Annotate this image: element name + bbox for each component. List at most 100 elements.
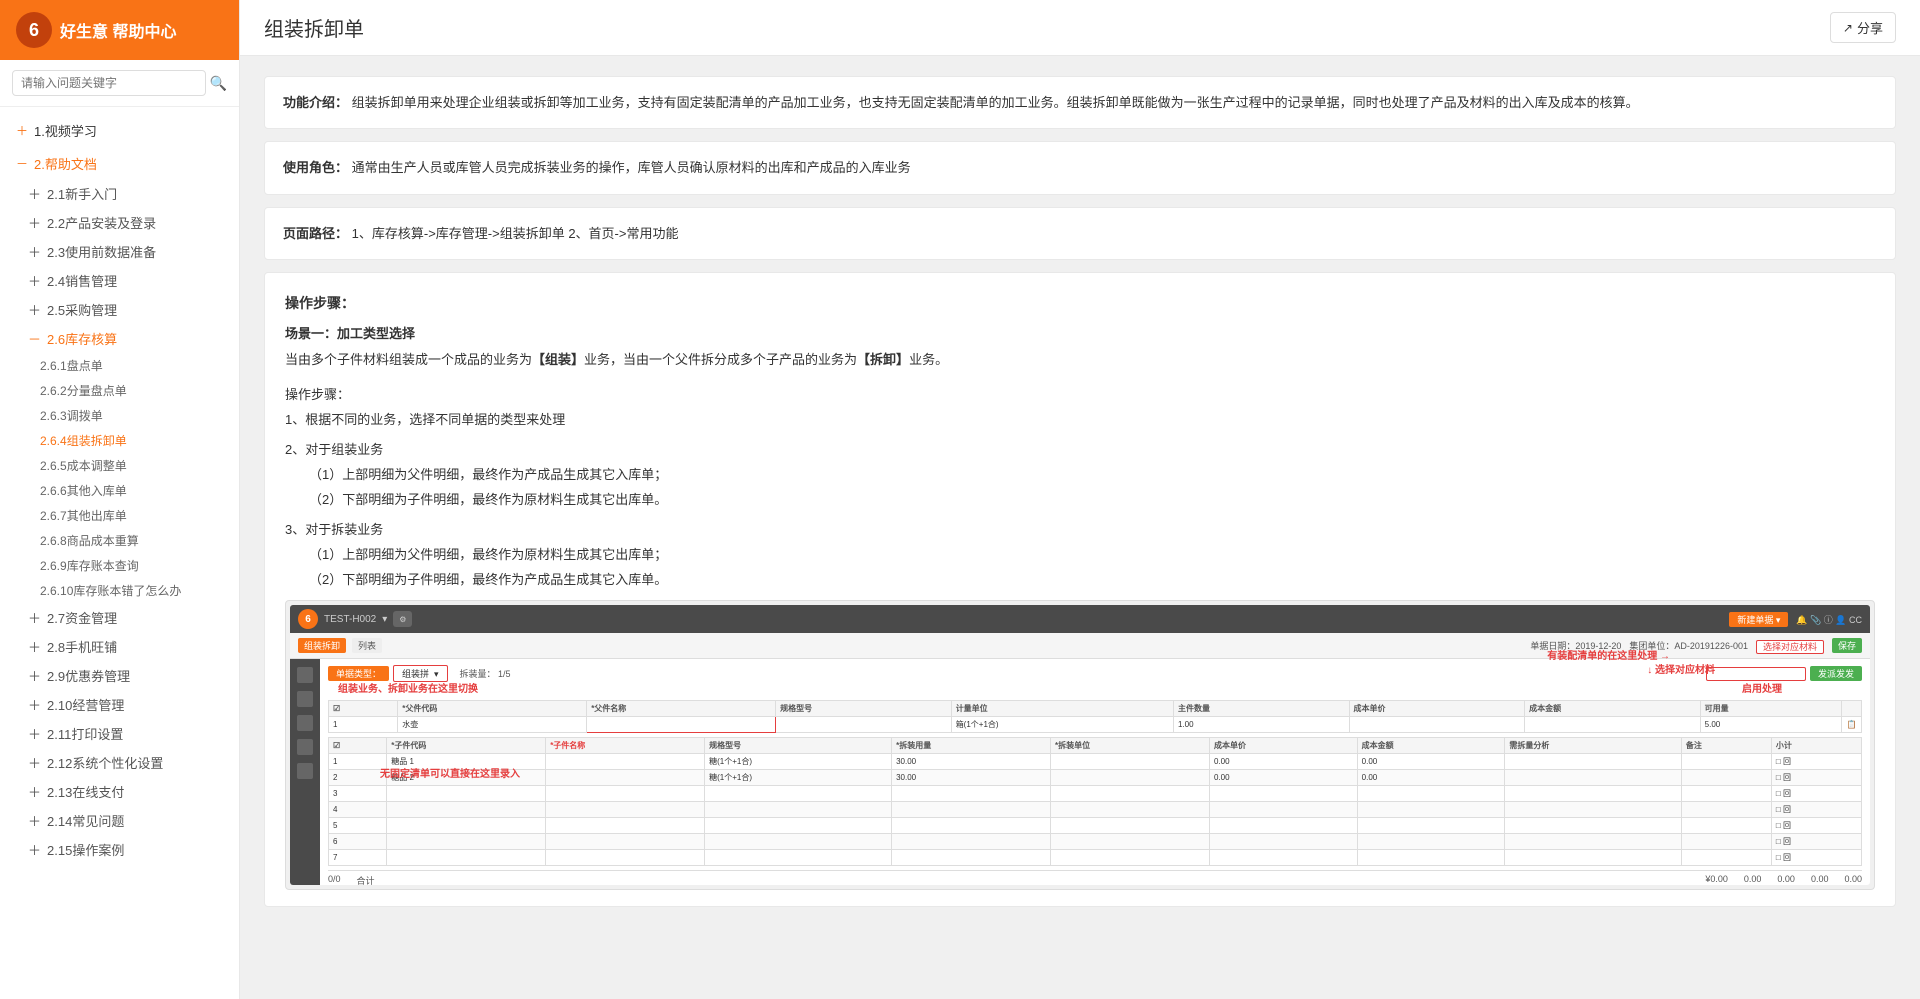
logo-text: 6 bbox=[29, 20, 39, 41]
lower-cost2: 0.00 bbox=[1209, 770, 1357, 786]
lower-ops1: □ 回 bbox=[1771, 754, 1861, 770]
lower-avail1 bbox=[1505, 754, 1682, 770]
mock-footer-num4: 0.00 bbox=[1811, 874, 1829, 885]
col-qty-val: 箱(1个+1合) bbox=[951, 717, 1173, 733]
plus-icon: ＋ bbox=[28, 608, 41, 627]
lower-code3 bbox=[387, 786, 546, 802]
nav-child-data-prep-label: 2.3使用前数据准备 bbox=[47, 242, 156, 261]
nav-child-inventory[interactable]: － 2.6库存核算 bbox=[0, 324, 239, 353]
col-parent-code: *父件代码 bbox=[398, 701, 587, 717]
search-button[interactable]: 🔍 bbox=[210, 75, 227, 92]
lower-col-cost-total: 成本金额 bbox=[1357, 738, 1505, 754]
nav-section-docs-header[interactable]: － 2.帮助文档 bbox=[0, 148, 239, 179]
scene1-title: 场景一：加工类型选择 bbox=[285, 323, 1875, 342]
plus-icon: ＋ bbox=[28, 271, 41, 290]
nav-child-faq[interactable]: ＋ 2.14常见问题 bbox=[0, 806, 239, 835]
nav-grandchild-ledger-fix[interactable]: 2.6.10库存账本错了怎么办 bbox=[0, 578, 239, 603]
nav-child-finance[interactable]: ＋ 2.7资金管理 bbox=[0, 603, 239, 632]
plus-icon: ＋ bbox=[28, 300, 41, 319]
nav-grandchild-cost-adj[interactable]: 2.6.5成本调整单 bbox=[0, 453, 239, 478]
step3-text: 3、对于拆装业务 bbox=[285, 522, 383, 537]
nav-grandchild-ledger-query[interactable]: 2.6.9库存账本查询 bbox=[0, 553, 239, 578]
path-block: 页面路径： 1、库存核算->库存管理->组装拆卸单 2、首页->常用功能 bbox=[264, 207, 1896, 260]
lower-spec5 bbox=[705, 818, 892, 834]
lower-col-cost-price: 成本单价 bbox=[1209, 738, 1357, 754]
nav-child-mobile[interactable]: ＋ 2.8手机旺铺 bbox=[0, 632, 239, 661]
col-unit-val: 1.00 bbox=[1173, 717, 1349, 733]
mock-footer-spacer bbox=[391, 874, 1690, 885]
mock-footer-num2: 0.00 bbox=[1744, 874, 1762, 885]
nav-child-install-label: 2.2产品安装及登录 bbox=[47, 213, 156, 232]
col-cost-total: 成本金额 bbox=[1525, 701, 1701, 717]
nav-child-print[interactable]: ＋ 2.11打印设置 bbox=[0, 719, 239, 748]
lower-cost7 bbox=[1209, 850, 1357, 866]
plus-icon: ＋ bbox=[28, 184, 41, 203]
plus-icon: ＋ bbox=[28, 695, 41, 714]
annotation-assembly-switch: 组装业务、拆卸业务在这里切换 bbox=[338, 680, 478, 695]
search-input[interactable] bbox=[12, 70, 206, 96]
nav-child-newbie-label: 2.1新手入门 bbox=[47, 184, 117, 203]
lower-col-spec: 规格型号 bbox=[705, 738, 892, 754]
nav-child-personalize[interactable]: ＋ 2.12系统个性化设置 bbox=[0, 748, 239, 777]
nav-grandchild-partial-stocktake[interactable]: 2.6.2分量盘点单 bbox=[0, 378, 239, 403]
mock-lower-row6: 6 bbox=[329, 834, 1862, 850]
lower-avail6 bbox=[1505, 834, 1682, 850]
lower-spec3 bbox=[705, 786, 892, 802]
mock-logo: 6 bbox=[298, 609, 318, 629]
lower-avail5 bbox=[1505, 818, 1682, 834]
nav-grandchild-transfer[interactable]: 2.6.3调拨单 bbox=[0, 403, 239, 428]
step1-text: 1、根据不同的业务，选择不同单据的类型来处理 bbox=[285, 412, 565, 427]
lower-code5 bbox=[387, 818, 546, 834]
col-unit: 主件数量 bbox=[1173, 701, 1349, 717]
nav-child-cases[interactable]: ＋ 2.15操作案例 bbox=[0, 835, 239, 864]
lower-seq6: 6 bbox=[329, 834, 387, 850]
mock-main-area: 单据类型： 组装拼 ▾ 拆装量： 1/5 发派发发 组装业务、拆卸业务在这 bbox=[290, 659, 1870, 885]
nav-section-video-header[interactable]: ＋ 1.视频学习 bbox=[0, 115, 239, 146]
lower-remark1 bbox=[1681, 754, 1771, 770]
nav-child-newbie[interactable]: ＋ 2.1新手入门 bbox=[0, 179, 239, 208]
nav-section-docs: － 2.帮助文档 ＋ 2.1新手入门 ＋ 2.2产品安装及登录 ＋ 2.3使用前… bbox=[0, 148, 239, 864]
mock-topbar-icons: 🔔 📎 ⓘ 👤 CC bbox=[1796, 613, 1862, 626]
lower-code7 bbox=[387, 850, 546, 866]
lower-ops6: □ 回 bbox=[1771, 834, 1861, 850]
lower-unit6 bbox=[1051, 834, 1210, 850]
step2-text: 2、对于组装业务 bbox=[285, 442, 383, 457]
mock-type-row: 单据类型： 组装拼 ▾ 拆装量： 1/5 发派发发 bbox=[328, 665, 1862, 682]
feature-intro-block: 功能介绍： 组装拆卸单用来处理企业组装或拆卸等加工业务，支持有固定装配清单的产品… bbox=[264, 76, 1896, 129]
nav-grandchild-other-in[interactable]: 2.6.6其他入库单 bbox=[0, 478, 239, 503]
nav-grandchild-stocktake[interactable]: 2.6.1盘点单 bbox=[0, 353, 239, 378]
nav-tree: ＋ 1.视频学习 － 2.帮助文档 ＋ 2.1新手入门 ＋ 2.2产品安装及登录 bbox=[0, 107, 239, 999]
lower-qty7 bbox=[892, 850, 1051, 866]
share-button[interactable]: ↗ 分享 bbox=[1830, 12, 1896, 43]
plus-icon: ＋ bbox=[28, 637, 41, 656]
nav-grandchild-other-out[interactable]: 2.6.7其他出库单 bbox=[0, 503, 239, 528]
nav-grandchild-cost-recalc[interactable]: 2.6.8商品成本重算 bbox=[0, 528, 239, 553]
nav-grandchild-assembly[interactable]: 2.6.4组装拆卸单 bbox=[0, 428, 239, 453]
step2b-text: （2）下部明细为子件明细，最终作为原材料生成其它出库单。 bbox=[309, 488, 1875, 513]
lower-qty2: 30.00 bbox=[892, 770, 1051, 786]
nav-child-purchase[interactable]: ＋ 2.5采购管理 bbox=[0, 295, 239, 324]
mock-nav-dot2 bbox=[297, 691, 313, 707]
lower-spec7 bbox=[705, 850, 892, 866]
plus-icon: ＋ bbox=[28, 666, 41, 685]
lower-seq1: 1 bbox=[329, 754, 387, 770]
mock-footer-num5: 0.00 bbox=[1844, 874, 1862, 885]
nav-child-coupon[interactable]: ＋ 2.9优惠券管理 bbox=[0, 661, 239, 690]
nav-inventory-grandchildren: 2.6.1盘点单 2.6.2分量盘点单 2.6.3调拨单 2.6.4组装拆卸单 … bbox=[0, 353, 239, 603]
sidebar: 6 好生意 帮助中心 🔍 ＋ 1.视频学习 － 2.帮助文档 ＋ 2.1新手入门 bbox=[0, 0, 240, 999]
steps-title: 操作步骤： bbox=[285, 383, 1875, 408]
lower-cost6 bbox=[1209, 834, 1357, 850]
path-text: 1、库存核算->库存管理->组装拆卸单 2、首页->常用功能 bbox=[352, 226, 679, 241]
share-label: 分享 bbox=[1857, 18, 1883, 37]
lower-col-seq: ☑ bbox=[329, 738, 387, 754]
col-parent-name-val bbox=[587, 717, 776, 733]
nav-child-cases-label: 2.15操作案例 bbox=[47, 840, 124, 859]
nav-child-payment[interactable]: ＋ 2.13在线支付 bbox=[0, 777, 239, 806]
step2a-text: （1）上部明细为父件明细，最终作为产成品生成其它入库单； bbox=[309, 463, 1875, 488]
nav-section-video-label: 1.视频学习 bbox=[34, 121, 97, 140]
mock-nav-dot3 bbox=[297, 715, 313, 731]
nav-child-sales[interactable]: ＋ 2.4销售管理 bbox=[0, 266, 239, 295]
nav-child-install[interactable]: ＋ 2.2产品安装及登录 bbox=[0, 208, 239, 237]
nav-child-operations[interactable]: ＋ 2.10经营管理 bbox=[0, 690, 239, 719]
nav-child-data-prep[interactable]: ＋ 2.3使用前数据准备 bbox=[0, 237, 239, 266]
